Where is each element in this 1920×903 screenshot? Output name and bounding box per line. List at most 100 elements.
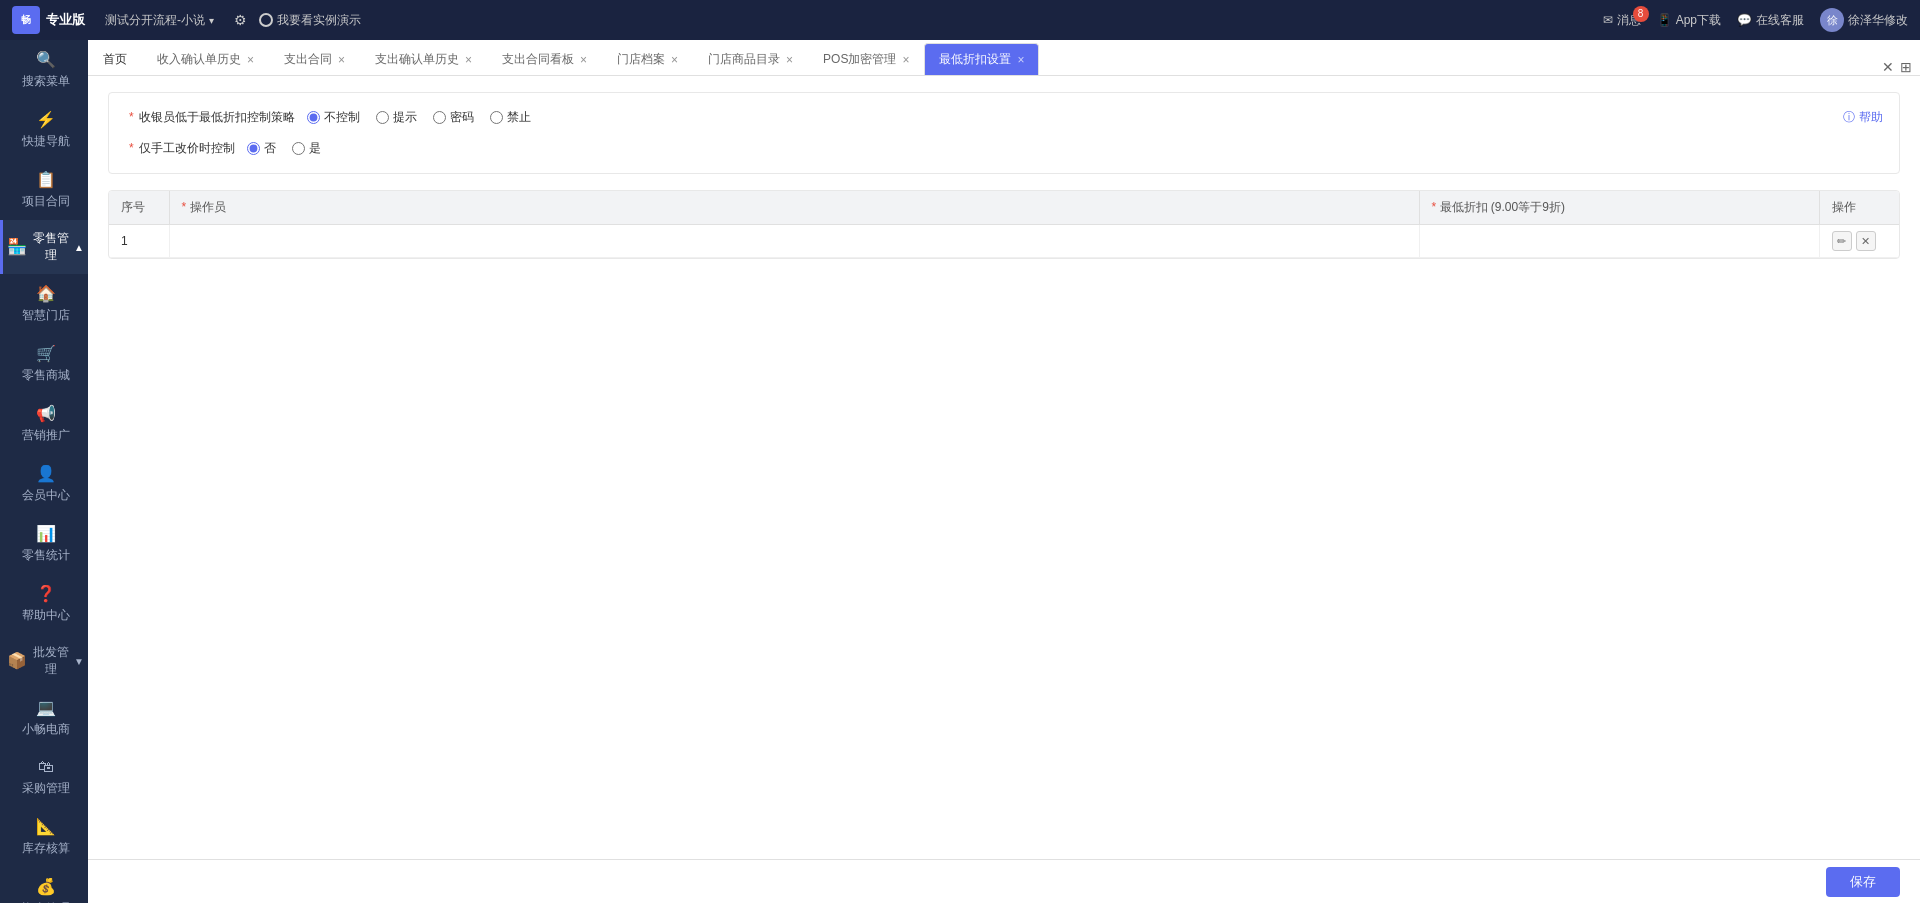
- th-operator: 操作员: [169, 191, 1419, 225]
- radio-remind-input[interactable]: [376, 111, 389, 124]
- project-selector[interactable]: 测试分开流程-小说 ▾: [97, 12, 222, 29]
- tab-income-confirm[interactable]: 收入确认单历史 ×: [142, 43, 269, 75]
- finance-icon: 💰: [36, 877, 56, 896]
- demo-label: 我要看实例演示: [277, 12, 361, 29]
- tab-min-discount[interactable]: 最低折扣设置 ×: [924, 43, 1039, 75]
- table-body: 1 ✏ ✕: [109, 225, 1899, 258]
- tab-payment-confirm-close[interactable]: ×: [465, 53, 472, 67]
- control-strategy-label: * 收银员低于最低折扣控制策略: [129, 109, 295, 126]
- online-service-label: 在线客服: [1756, 12, 1804, 29]
- radio-forbid[interactable]: 禁止: [490, 109, 531, 126]
- th-action: 操作: [1819, 191, 1899, 225]
- discount-table: 序号 操作员 最低折扣 (9.00等于9折) 操作 1: [109, 191, 1899, 258]
- sidebar-item-marketing[interactable]: 📢 营销推广: [0, 394, 88, 454]
- radio-no-input[interactable]: [247, 142, 260, 155]
- tab-more-icon[interactable]: ⊞: [1900, 59, 1912, 75]
- retail-arrow-icon: ▲: [74, 242, 84, 253]
- tab-payment-contract[interactable]: 支出合同 ×: [269, 43, 360, 75]
- tab-payment-board-close[interactable]: ×: [580, 53, 587, 67]
- radio-remind[interactable]: 提示: [376, 109, 417, 126]
- bottom-bar: 保存: [88, 859, 1920, 903]
- page-inner: ⓘ 帮助 * 收银员低于最低折扣控制策略 不控制: [88, 76, 1920, 859]
- save-button[interactable]: 保存: [1826, 867, 1900, 897]
- content-area: 首页 收入确认单历史 × 支出合同 × 支出确认单历史 × 支出合同看板 × 门…: [88, 40, 1920, 903]
- tab-store-archive-close[interactable]: ×: [671, 53, 678, 67]
- topbar-settings-icon[interactable]: ⚙: [234, 12, 247, 28]
- sidebar-item-wholesale[interactable]: 📦 批发管理 ▼: [0, 634, 88, 688]
- sidebar-label-inventory: 库存核算: [22, 840, 70, 857]
- sidebar-item-help[interactable]: ❓ 帮助中心: [0, 574, 88, 634]
- tab-store-goods-close[interactable]: ×: [786, 53, 793, 67]
- radio-yes-label: 是: [309, 140, 321, 157]
- page-content: ⓘ 帮助 * 收银员低于最低折扣控制策略 不控制: [88, 76, 1920, 859]
- sidebar-item-inventory[interactable]: 📐 库存核算: [0, 807, 88, 867]
- app-name: 专业版: [46, 11, 85, 29]
- sidebar-item-member[interactable]: 👤 会员中心: [0, 454, 88, 514]
- radio-password[interactable]: 密码: [433, 109, 474, 126]
- tab-store-goods-label: 门店商品目录: [708, 51, 780, 68]
- cell-operator: [169, 225, 1419, 258]
- radio-no-control[interactable]: 不控制: [307, 109, 360, 126]
- sidebar-item-smart-store[interactable]: 🏠 智慧门店: [0, 274, 88, 334]
- tab-min-discount-close[interactable]: ×: [1017, 53, 1024, 67]
- radio-forbid-input[interactable]: [490, 111, 503, 124]
- tab-home-label: 首页: [103, 51, 127, 68]
- ecommerce-icon: 💻: [36, 698, 56, 717]
- sidebar-label-purchase: 采购管理: [22, 780, 70, 797]
- sidebar-item-search[interactable]: 🔍 搜索菜单: [0, 40, 88, 100]
- sidebar-label-wholesale: 批发管理: [31, 644, 70, 678]
- tab-payment-board[interactable]: 支出合同看板 ×: [487, 43, 602, 75]
- required-star: *: [129, 110, 134, 124]
- th-seq: 序号: [109, 191, 169, 225]
- logo-icon: 畅: [12, 6, 40, 34]
- sidebar-item-online-store[interactable]: 🛒 零售商城: [0, 334, 88, 394]
- smart-store-icon: 🏠: [36, 284, 56, 303]
- radio-no-control-input[interactable]: [307, 111, 320, 124]
- radio-remind-label: 提示: [393, 109, 417, 126]
- tab-store-archive[interactable]: 门店档案 ×: [602, 43, 693, 75]
- member-icon: 👤: [36, 464, 56, 483]
- sidebar-item-contract[interactable]: 📋 项目合同: [0, 160, 88, 220]
- form-section: ⓘ 帮助 * 收银员低于最低折扣控制策略 不控制: [108, 92, 1900, 174]
- app-download-label: App下载: [1676, 12, 1721, 29]
- search-icon: 🔍: [36, 50, 56, 69]
- radio-no[interactable]: 否: [247, 140, 276, 157]
- cell-action: ✏ ✕: [1819, 225, 1899, 258]
- tab-payment-contract-close[interactable]: ×: [338, 53, 345, 67]
- demo-circle-icon: [259, 13, 273, 27]
- avatar: 徐: [1820, 8, 1844, 32]
- sidebar-item-ecommerce[interactable]: 💻 小畅电商: [0, 688, 88, 748]
- tab-pos-password-close[interactable]: ×: [902, 53, 909, 67]
- radio-password-input[interactable]: [433, 111, 446, 124]
- tab-home[interactable]: 首页: [88, 43, 142, 75]
- online-service-button[interactable]: 💬 在线客服: [1737, 12, 1804, 29]
- user-profile-button[interactable]: 徐 徐泽华修改: [1820, 8, 1908, 32]
- app-download-button[interactable]: 📱 App下载: [1657, 12, 1721, 29]
- tab-payment-board-label: 支出合同看板: [502, 51, 574, 68]
- sidebar-item-finance[interactable]: 💰 资金管理: [0, 867, 88, 903]
- topbar: 畅 专业版 测试分开流程-小说 ▾ ⚙ 我要看实例演示 ✉ 消息 8 📱 App…: [0, 0, 1920, 40]
- sidebar-item-retail-stat[interactable]: 📊 零售统计: [0, 514, 88, 574]
- delete-row-button[interactable]: ✕: [1856, 231, 1876, 251]
- radio-yes[interactable]: 是: [292, 140, 321, 157]
- tab-payment-confirm[interactable]: 支出确认单历史 ×: [360, 43, 487, 75]
- sidebar-item-retail[interactable]: 🏪 零售管理 ▲: [0, 220, 88, 274]
- sidebar-label-search: 搜索菜单: [22, 73, 70, 90]
- retail-icon: 🏪: [7, 237, 27, 256]
- messages-button[interactable]: ✉ 消息 8: [1603, 12, 1641, 29]
- help-button[interactable]: ⓘ 帮助: [1843, 109, 1883, 126]
- radio-yes-input[interactable]: [292, 142, 305, 155]
- manual-price-radio-group: 否 是: [247, 140, 321, 157]
- tab-store-goods[interactable]: 门店商品目录 ×: [693, 43, 808, 75]
- sidebar: 🔍 搜索菜单 ⚡ 快捷导航 📋 项目合同 🏪 零售管理 ▲ 🏠 智慧门店 🛒 零…: [0, 40, 88, 903]
- tab-min-discount-label: 最低折扣设置: [939, 51, 1011, 68]
- sidebar-item-purchase[interactable]: 🛍 采购管理: [0, 748, 88, 807]
- edit-row-button[interactable]: ✏: [1832, 231, 1852, 251]
- project-name: 测试分开流程-小说: [105, 12, 205, 29]
- tab-close-all-icon[interactable]: ✕: [1882, 59, 1894, 75]
- radio-forbid-label: 禁止: [507, 109, 531, 126]
- demo-button[interactable]: 我要看实例演示: [259, 12, 361, 29]
- tab-income-confirm-close[interactable]: ×: [247, 53, 254, 67]
- sidebar-item-quicknav[interactable]: ⚡ 快捷导航: [0, 100, 88, 160]
- tab-pos-password[interactable]: POS加密管理 ×: [808, 43, 924, 75]
